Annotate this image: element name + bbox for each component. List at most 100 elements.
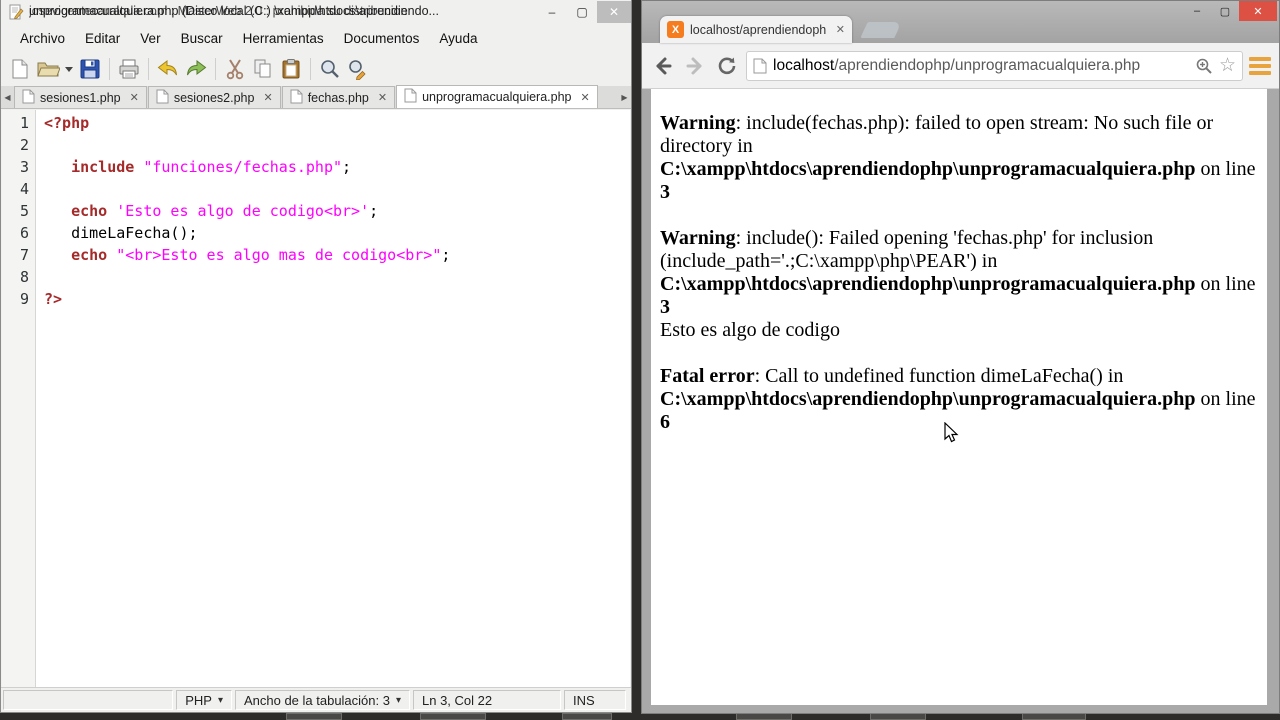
browser-tab-title: localhost/aprendiendoph	[690, 22, 827, 37]
menu-buscar[interactable]: Buscar	[172, 28, 232, 49]
tab-close-icon[interactable]: ✕	[581, 91, 590, 104]
redo-icon[interactable]	[182, 55, 210, 83]
editor-window: unprogramacualquiera.php (Disco local (C…	[0, 0, 632, 713]
tab-label: sesiones2.php	[173, 90, 255, 105]
replace-icon[interactable]	[344, 55, 372, 83]
tab-label: sesiones1.php	[40, 90, 121, 105]
menu-archivo[interactable]: Archivo	[11, 28, 74, 49]
close-button[interactable]: ✕	[1239, 1, 1277, 21]
tab-label: unprogramacualquiera.php	[422, 90, 572, 104]
code-line[interactable]: <?php	[44, 112, 450, 134]
code-line[interactable]: include "funciones/fechas.php";	[44, 156, 450, 178]
editor-tab[interactable]: sesiones2.php ✕	[147, 86, 281, 108]
watermark-text: josevicentecarratala.com : MasterWeb 2.0…	[29, 4, 408, 18]
open-icon[interactable]	[34, 55, 62, 83]
window-title: unprogramacualquiera.php (Disco local (C…	[29, 4, 439, 18]
xampp-favicon: X	[667, 21, 684, 38]
php-message: Esto es algo de codigo	[660, 319, 840, 341]
close-button[interactable]: ✕	[597, 1, 631, 23]
cursor-position: Ln 3, Col 22	[413, 690, 561, 710]
taskbar-button[interactable]	[1022, 713, 1086, 720]
copy-icon[interactable]	[249, 55, 277, 83]
minimize-button[interactable]: –	[1183, 1, 1211, 21]
tab-width-selector[interactable]: Ancho de la tabulación: 3	[234, 690, 410, 710]
toolbar-separator	[310, 58, 311, 80]
php-message: Fatal error: Call to undefined function …	[660, 365, 1256, 433]
browser-tab[interactable]: X localhost/aprendiendoph ✕	[660, 16, 852, 43]
tab-close-icon[interactable]: ✕	[836, 23, 845, 36]
editor-tab[interactable]: unprogramacualquiera.php ✕	[396, 85, 598, 108]
back-icon[interactable]	[650, 53, 676, 79]
tab-close-icon[interactable]: ✕	[378, 91, 387, 104]
menu-ayuda[interactable]: Ayuda	[430, 28, 486, 49]
php-message: Warning: include(fechas.php): failed to …	[660, 112, 1256, 203]
editor-tab[interactable]: fechas.php ✕	[281, 86, 396, 108]
print-icon[interactable]	[115, 55, 143, 83]
menu-editar[interactable]: Editar	[76, 28, 129, 49]
code-line[interactable]	[44, 134, 450, 156]
new-tab-button[interactable]	[860, 22, 902, 38]
line-number: 5	[19, 202, 29, 220]
code-line[interactable]: echo "<br>Esto es algo mas de codigo<br>…	[44, 244, 450, 266]
url-text[interactable]: localhost/aprendiendophp/unprogramacualq…	[773, 57, 1189, 75]
address-bar[interactable]: localhost/aprendiendophp/unprogramacualq…	[746, 50, 1243, 81]
tab-close-icon[interactable]: ✕	[263, 91, 272, 104]
taskbar-button[interactable]	[870, 713, 926, 720]
file-icon	[156, 89, 169, 107]
language-selector[interactable]: PHP	[176, 690, 232, 710]
menu-hamburger-icon[interactable]	[1249, 56, 1271, 75]
taskbar-button[interactable]	[286, 713, 342, 720]
line-number: 4	[19, 180, 29, 198]
cut-icon[interactable]	[221, 55, 249, 83]
menu-herramientas[interactable]: Herramientas	[234, 28, 333, 49]
file-icon	[290, 89, 303, 107]
insert-mode: INS	[564, 690, 626, 710]
code-line[interactable]: echo 'Esto es algo de codigo<br>';	[44, 200, 450, 222]
new-icon[interactable]	[6, 55, 34, 83]
line-number-gutter: 1 2 3 4 5 6 7 8 9	[2, 110, 36, 687]
toolbar-separator	[109, 58, 110, 80]
reload-icon[interactable]	[714, 53, 740, 79]
maximize-button[interactable]: ▢	[1211, 1, 1239, 21]
code-line[interactable]	[44, 266, 450, 288]
maximize-button[interactable]: ▢	[567, 1, 597, 23]
code-line[interactable]: dimeLaFecha();	[44, 222, 450, 244]
taskbar-button[interactable]	[562, 713, 612, 720]
editor-toolbar	[1, 52, 631, 86]
toolbar-separator	[215, 58, 216, 80]
code-lines[interactable]: <?php include "funciones/fechas.php"; ec…	[36, 110, 450, 687]
save-icon[interactable]	[76, 55, 104, 83]
file-icon	[22, 89, 35, 107]
code-line[interactable]: ?>	[44, 288, 450, 310]
toolbar-separator	[148, 58, 149, 80]
minimize-button[interactable]: –	[537, 1, 567, 23]
line-number: 1	[19, 114, 29, 132]
browser-page-content: Warning: include(fechas.php): failed to …	[651, 89, 1267, 705]
editor-tab[interactable]: sesiones1.php ✕	[14, 86, 147, 108]
code-editor-area[interactable]: 1 2 3 4 5 6 7 8 9 <?php include "funciones/fecha…	[2, 110, 630, 687]
taskbar-button[interactable]	[420, 713, 486, 720]
tab-scroll-right-icon[interactable]: ▶	[618, 86, 631, 108]
forward-icon[interactable]	[682, 53, 708, 79]
menu-documentos[interactable]: Documentos	[335, 28, 429, 49]
search-icon[interactable]	[316, 55, 344, 83]
open-dropdown-icon[interactable]	[62, 55, 76, 83]
tab-scroll-left-icon[interactable]: ◀	[1, 86, 14, 108]
taskbar-button[interactable]	[736, 713, 792, 720]
gedit-app-icon	[8, 4, 24, 24]
code-line[interactable]	[44, 178, 450, 200]
tab-label: fechas.php	[307, 90, 369, 105]
php-message: Warning: include(): Failed opening 'fech…	[660, 227, 1256, 318]
zoom-icon[interactable]	[1195, 57, 1213, 75]
editor-statusbar: PHP Ancho de la tabulación: 3 Ln 3, Col …	[1, 687, 631, 712]
line-number: 7	[19, 246, 29, 264]
line-number: 2	[19, 136, 29, 154]
paste-icon[interactable]	[277, 55, 305, 83]
bookmark-star-icon[interactable]: ☆	[1219, 56, 1236, 75]
undo-icon[interactable]	[154, 55, 182, 83]
editor-tabbar: ◀ sesiones1.php ✕ sesiones2.php ✕ fechas.php…	[1, 85, 631, 109]
line-number: 3	[19, 158, 29, 176]
menu-ver[interactable]: Ver	[131, 28, 169, 49]
tab-close-icon[interactable]: ✕	[130, 91, 139, 104]
mouse-cursor	[944, 421, 960, 451]
